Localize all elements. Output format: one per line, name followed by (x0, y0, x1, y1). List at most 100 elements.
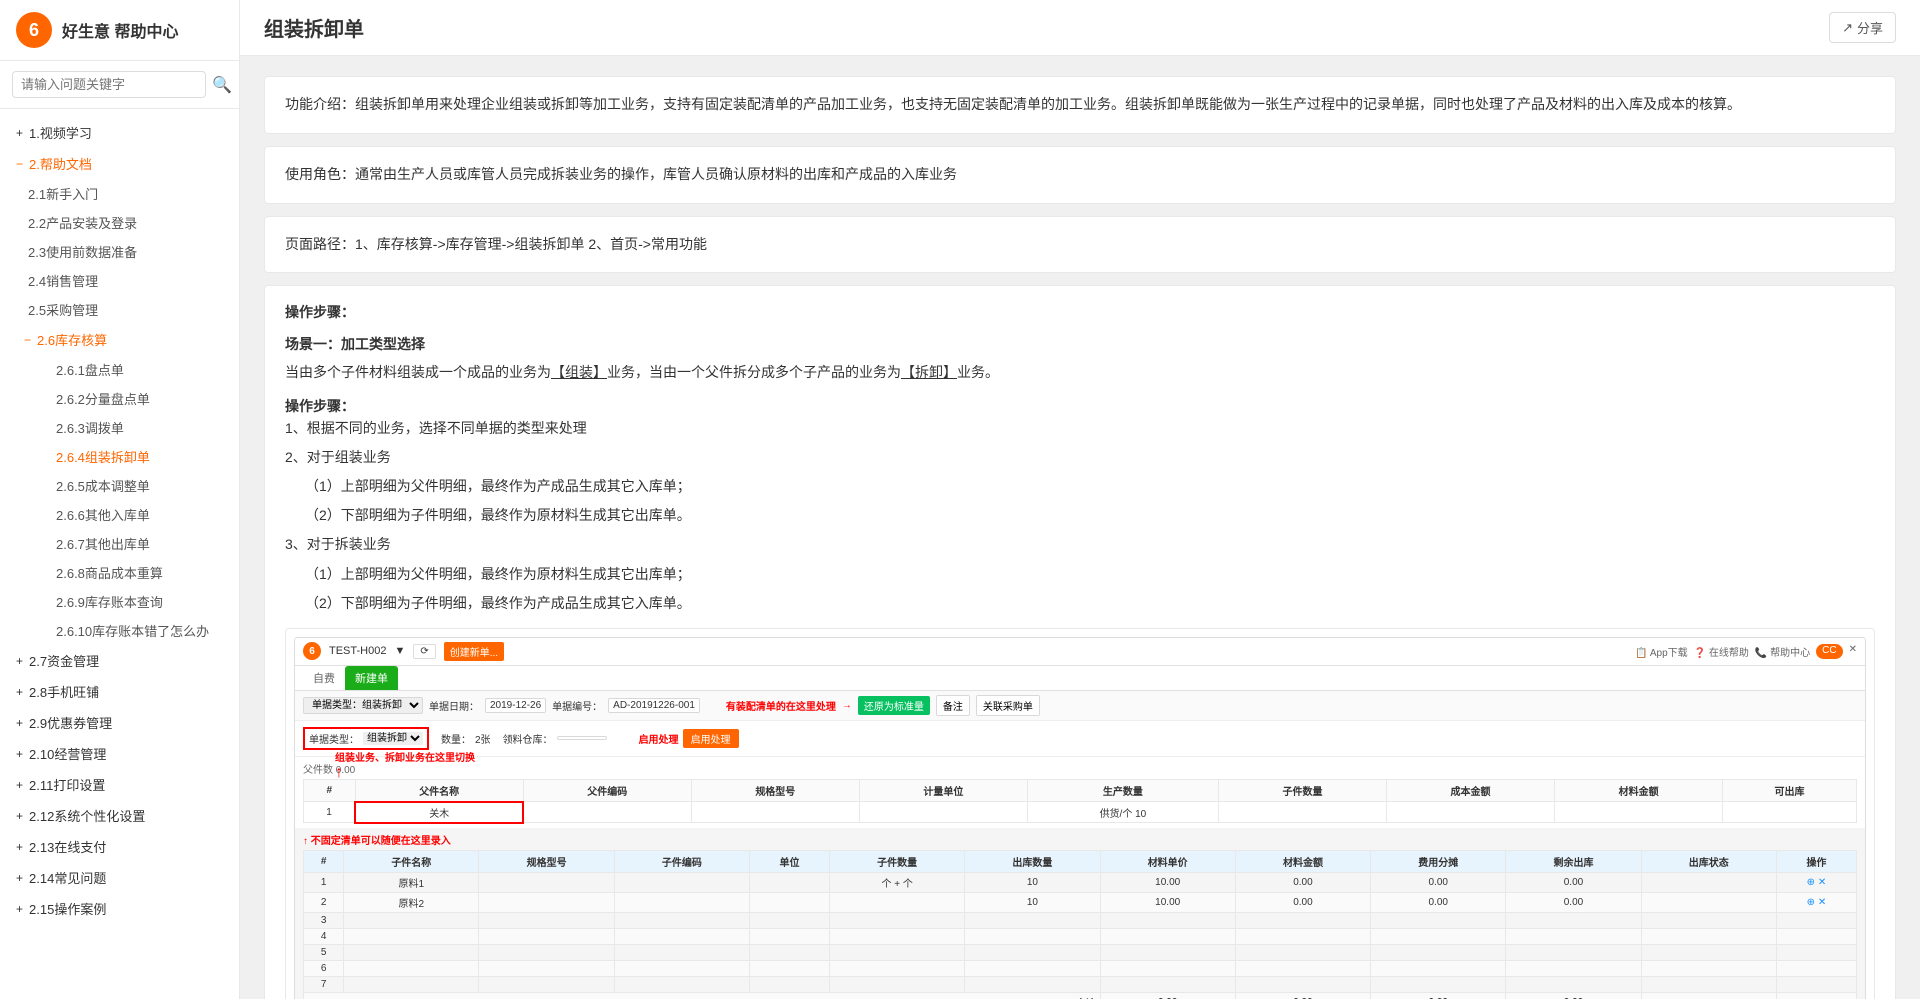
sidebar-item-cost-adj[interactable]: 2.6.5成本调整单 (56, 471, 239, 500)
ss-user-avatar: CC (1816, 644, 1842, 659)
ss-process-btn[interactable]: 启用处理 (683, 729, 739, 748)
ss-tab-new[interactable]: 新建单 (345, 666, 398, 690)
ss-lcol-name: 子件名称 (344, 850, 479, 872)
sidebar-item-faq[interactable]: + 2.14常见问题 (0, 862, 239, 893)
ss-annotation2: 组装业务、拆卸业务在这里切换 ↑ (335, 749, 475, 782)
ss-col-num: # (304, 779, 356, 802)
ss-date-value[interactable]: 2019-12-26 (485, 698, 546, 713)
path-card: 页面路径：1、库存核算->库存管理->组装拆卸单 2、首页->常用功能 (264, 216, 1896, 274)
plus-icon-faq: + (16, 871, 23, 885)
table-row: 7 (304, 976, 1857, 992)
minus-icon-inventory: − (24, 333, 31, 347)
ss-count-field: 数量： 2张 (441, 731, 491, 746)
ss-lcol-remain: 剩余出库 (1506, 850, 1641, 872)
ss-lcol-del: 操作 (1776, 850, 1856, 872)
ss-upper-table-container: 父件数 0.00 # 父件名称 父件编码 规格型号 计量单位 生产数量 (295, 757, 1865, 828)
sidebar-item-inventory-split[interactable]: 2.6.2分量盘点单 (56, 384, 239, 413)
sidebar-item-other-out[interactable]: 2.6.7其他出库单 (56, 529, 239, 558)
share-button[interactable]: ↗ 分享 (1829, 12, 1896, 43)
sidebar-item-inventory-count[interactable]: 2.6.1盘点单 (56, 355, 239, 384)
ss-tab-zifei[interactable]: 自费 (303, 666, 345, 690)
sidebar-item-assembly[interactable]: 2.6.4组装拆卸单 (56, 442, 239, 471)
ss-process-area: 启用处理 启用处理 (639, 729, 739, 748)
ss-col-cost-amt: 成本金额 (1386, 779, 1554, 802)
sidebar-item-video[interactable]: + 1.视频学习 (0, 117, 239, 148)
search-box: 🔍 (0, 61, 239, 109)
ss-create-btn[interactable]: 创建新单... (444, 642, 504, 661)
ss-col-parent-name: 父件名称 (355, 779, 523, 802)
ss-col-parent-code: 父件编码 (523, 779, 691, 802)
sidebar-item-finance[interactable]: + 2.7资金管理 (0, 645, 239, 676)
ss-lcol-spec: 规格型号 (479, 850, 614, 872)
ss-date-label: 单据日期： (429, 698, 479, 713)
sidebar-item-system[interactable]: + 2.12系统个性化设置 (0, 800, 239, 831)
ss-apps-link: 📋 App下载 (1635, 644, 1687, 659)
intro-card: 功能介绍：组装拆卸单用来处理企业组装或拆卸等加工业务，支持有固定装配清单的产品加… (264, 76, 1896, 134)
search-icon[interactable]: 🔍 (212, 75, 232, 95)
nav-sub-inventory: 2.6.1盘点单 2.6.2分量盘点单 2.6.3调拨单 2.6.4组装拆卸单 … (28, 355, 239, 645)
sidebar-item-sales[interactable]: 2.4销售管理 (28, 266, 239, 295)
sidebar-item-dataprep[interactable]: 2.3使用前数据准备 (28, 237, 239, 266)
step2: 2、对于组装业务 (285, 445, 1875, 470)
sidebar-item-help-docs[interactable]: − 2.帮助文档 (0, 148, 239, 179)
ss-annotation3: ↑ 不固定清单可以随便在这里录入 (303, 832, 1857, 847)
ss-row-action1[interactable]: ⊕ ✕ (1807, 877, 1827, 888)
ss-col-child-qty: 子件数量 (1218, 779, 1386, 802)
sidebar-item-ops[interactable]: + 2.10经营管理 (0, 738, 239, 769)
sidebar-item-payment[interactable]: + 2.13在线支付 (0, 831, 239, 862)
sidebar-item-mobile[interactable]: + 2.8手机旺铺 (0, 676, 239, 707)
ss-order-value[interactable]: AD-20191226-001 (608, 698, 700, 713)
ss-refresh-icon: ⟳ (413, 644, 435, 659)
ss-col-can-out: 可出库 (1723, 779, 1857, 802)
sidebar-item-install[interactable]: 2.2产品安装及登录 (28, 208, 239, 237)
sidebar-item-inventory-transfer[interactable]: 2.6.3调拨单 (56, 413, 239, 442)
ss-lcol-unit-price: 材料单价 (1100, 850, 1235, 872)
screenshot-inner: 6 TEST-H002 ▼ ⟳ 创建新单... 📋 App下载 ❓ 在线帮助 📞… (294, 637, 1866, 999)
sidebar-item-cases[interactable]: + 2.15操作案例 (0, 893, 239, 924)
ss-help-link: ❓ 在线帮助 (1694, 644, 1749, 659)
ss-count-value: 2张 (475, 731, 491, 746)
sidebar-item-print[interactable]: + 2.11打印设置 (0, 769, 239, 800)
search-input[interactable] (12, 71, 206, 98)
sidebar-item-stock-error[interactable]: 2.6.10库存账本错了怎么办 (56, 616, 239, 645)
ss-warehouse-label: 领料仓库： (503, 731, 553, 746)
sidebar-item-coupon[interactable]: + 2.9优惠券管理 (0, 707, 239, 738)
ss-col-prod-qty: 生产数量 (1027, 779, 1218, 802)
ss-close-icon: ✕ (1849, 644, 1857, 659)
ss-type-field-select[interactable]: 组装拆卸 (363, 732, 423, 745)
ss-type-select[interactable]: 单据类型：组装拆卸 (303, 697, 423, 714)
main-header: 组装拆卸单 ↗ 分享 (240, 0, 1920, 56)
ss-col-material-amt: 材料金额 (1555, 779, 1723, 802)
plus-icon-system: + (16, 809, 23, 823)
ss-form-area: 单据类型： 组装拆卸 数量： 2张 领料仓库： 启用处理 (295, 721, 1865, 757)
sidebar-item-other-in[interactable]: 2.6.6其他入库单 (56, 500, 239, 529)
ss-row-action2[interactable]: ⊕ ✕ (1807, 897, 1827, 908)
ops-steps-title: 操作步骤： (285, 396, 1875, 416)
ss-arrow1: → (842, 700, 852, 711)
logo-icon: 6 (16, 12, 52, 48)
plus-icon-print: + (16, 778, 23, 792)
ss-link-btn[interactable]: 关联采购单 (976, 695, 1040, 716)
sidebar: 6 好生意 帮助中心 🔍 + 1.视频学习 − 2.帮助文档 2.1新手入门 2… (0, 0, 240, 999)
ss-restore-btn[interactable]: 还原为标准量 (858, 696, 930, 715)
ss-upper-table-title: 父件数 0.00 (303, 761, 1857, 776)
ss-lcol-alloc: 费用分摊 (1371, 850, 1506, 872)
step3: 3、对于拆装业务 (285, 532, 1875, 557)
ss-annotation-process: 启用处理 (639, 731, 679, 746)
ss-type-field: 单据类型： 组装拆卸 (303, 727, 429, 750)
role-text: 使用角色：通常由生产人员或库管人员完成拆装业务的操作，库管人员确认原材料的出库和… (285, 166, 957, 182)
ss-annotation1: 有装配清单的在这里处理 (726, 698, 836, 713)
sidebar-item-cost-recalc[interactable]: 2.6.8商品成本重算 (56, 558, 239, 587)
ss-nav-tabs: 自费 新建单 (295, 666, 1865, 691)
sidebar-item-newbie[interactable]: 2.1新手入门 (28, 179, 239, 208)
ss-col-unit: 计量单位 (859, 779, 1027, 802)
table-row: 1 关木 供货/个 10 (304, 802, 1857, 823)
sidebar-item-stock-query[interactable]: 2.6.9库存账本查询 (56, 587, 239, 616)
ss-toolbar: 单据类型：组装拆卸 单据日期： 2019-12-26 单据编号： AD-2019… (295, 691, 1865, 721)
ss-warehouse-input[interactable] (557, 736, 607, 740)
sidebar-item-inventory[interactable]: − 2.6库存核算 (24, 324, 239, 355)
sidebar-item-purchase[interactable]: 2.5采购管理 (28, 295, 239, 324)
ss-note-btn[interactable]: 备注 (936, 695, 970, 716)
share-icon: ↗ (1842, 20, 1853, 36)
table-row: 2原料2 1010.000.000.000.00 ⊕ ✕ (304, 892, 1857, 912)
